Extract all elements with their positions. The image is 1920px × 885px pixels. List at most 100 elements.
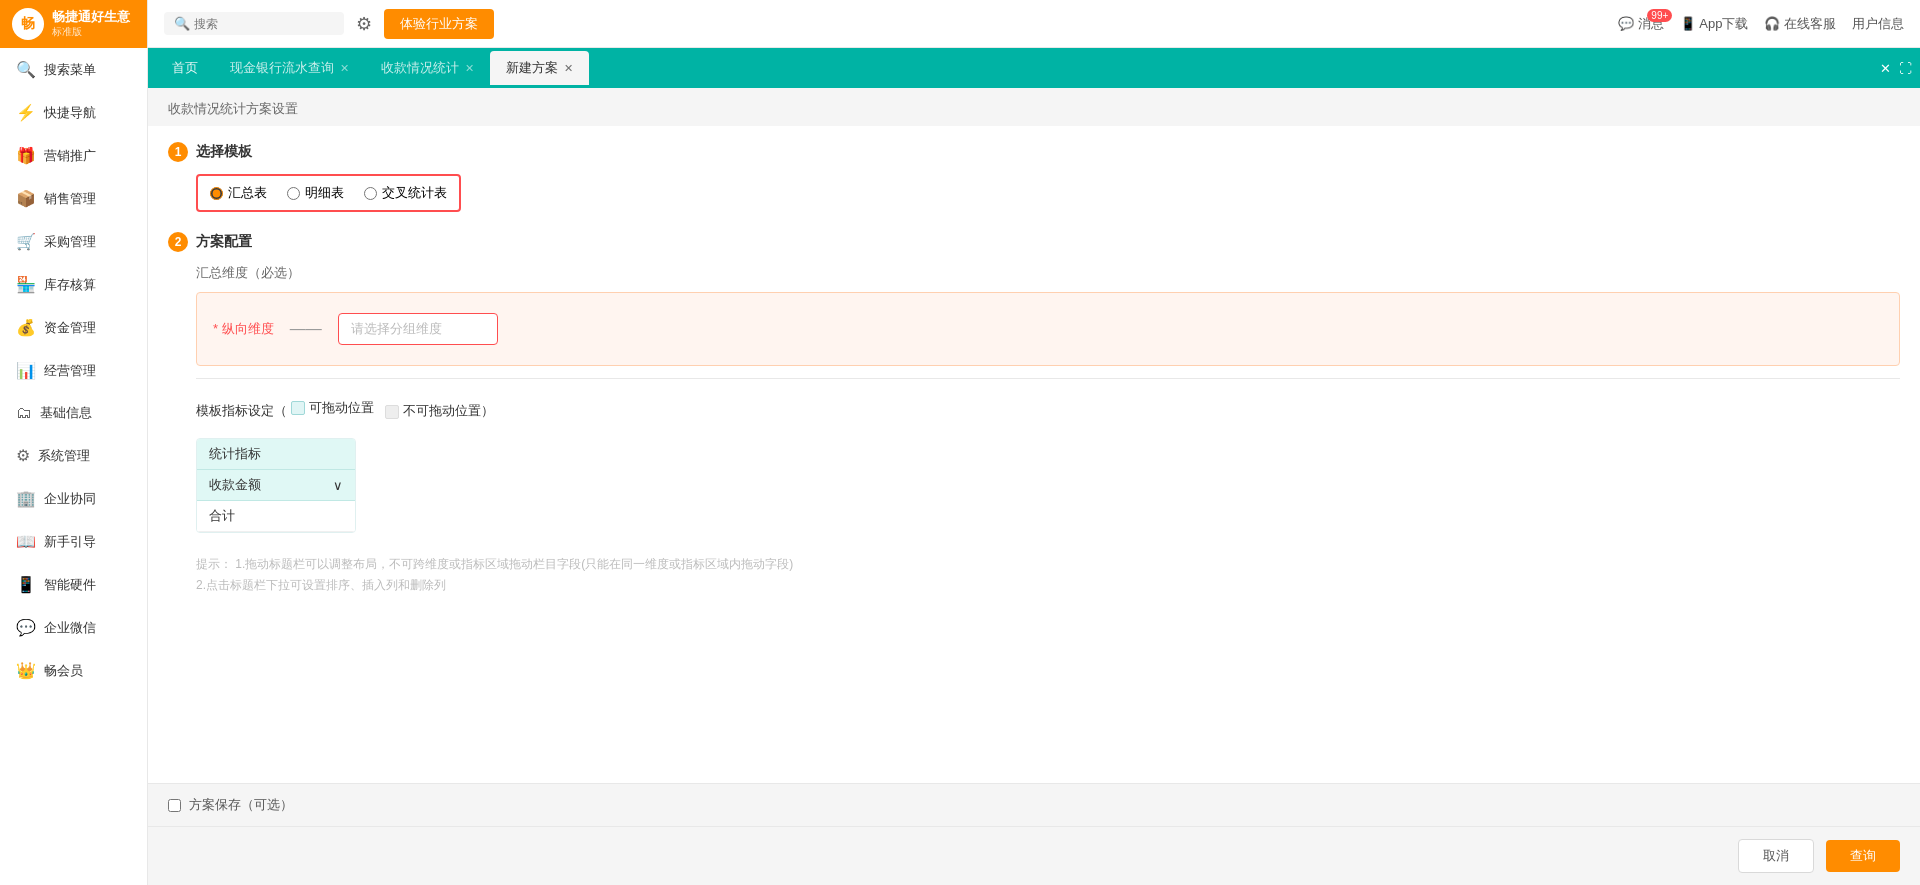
step1-num: 1 bbox=[168, 142, 188, 162]
message-icon: 💬 bbox=[1618, 16, 1634, 31]
tab-home[interactable]: 首页 bbox=[156, 51, 214, 85]
step2-section: 2 方案配置 汇总维度（必选） * 纵向维度 —— 请选择分组维度 bbox=[168, 232, 1900, 594]
radio-summary[interactable] bbox=[210, 187, 223, 200]
save-checkbox[interactable] bbox=[168, 799, 181, 812]
sidebar-item-search-menu[interactable]: 🔍 搜索菜单 bbox=[0, 48, 147, 91]
gear-icon[interactable]: ⚙ bbox=[356, 13, 372, 35]
expand-icon[interactable]: ⛶ bbox=[1899, 61, 1912, 76]
sidebar-item-wechat[interactable]: 💬 企业微信 bbox=[0, 606, 147, 649]
main-area: 🔍 ⚙ 体验行业方案 💬 消息 99+ 📱 App下载 🎧 在线客服 用户信息 bbox=[148, 0, 1920, 885]
metrics-table: 统计指标 收款金额 ∨ 合计 bbox=[196, 438, 356, 533]
operation-icon: 📊 bbox=[16, 361, 36, 380]
tab-bank-flow[interactable]: 现金银行流水查询 ✕ bbox=[214, 51, 365, 85]
sidebar-item-marketing[interactable]: 🎁 营销推广 bbox=[0, 134, 147, 177]
inventory-icon: 🏪 bbox=[16, 275, 36, 294]
unmovable-dot bbox=[385, 405, 399, 419]
step2-title: 方案配置 bbox=[196, 233, 252, 251]
content-area: 收款情况统计方案设置 1 选择模板 汇总表 明细表 bbox=[148, 88, 1920, 885]
tab-new-plan-close[interactable]: ✕ bbox=[564, 62, 573, 75]
form-area: 1 选择模板 汇总表 明细表 交叉统计表 bbox=[148, 126, 1920, 783]
message-badge[interactable]: 💬 消息 99+ bbox=[1618, 15, 1664, 33]
dimension-row: * 纵向维度 —— 请选择分组维度 bbox=[213, 313, 1883, 345]
sidebar-item-inventory[interactable]: 🏪 库存核算 bbox=[0, 263, 147, 306]
system-icon: ⚙ bbox=[16, 446, 30, 465]
save-section: 方案保存（可选） bbox=[148, 783, 1920, 826]
logo-text: 畅捷通好生意 标准版 bbox=[52, 9, 130, 39]
search-icon: 🔍 bbox=[174, 16, 190, 31]
metrics-table-header: 统计指标 bbox=[197, 439, 355, 470]
finance-icon: 💰 bbox=[16, 318, 36, 337]
radio-detail[interactable] bbox=[287, 187, 300, 200]
member-icon: 👑 bbox=[16, 661, 36, 680]
sidebar-item-enterprise[interactable]: 🏢 企业协同 bbox=[0, 477, 147, 520]
save-label: 方案保存（可选） bbox=[189, 796, 293, 814]
dimension-sub-label: 汇总维度（必选） bbox=[196, 264, 1900, 282]
logo-icon: 畅 bbox=[12, 8, 44, 40]
close-all-icon[interactable]: ✕ bbox=[1880, 61, 1891, 76]
tab-collection-stats-close[interactable]: ✕ bbox=[465, 62, 474, 75]
tab-new-plan[interactable]: 新建方案 ✕ bbox=[490, 51, 589, 85]
hint-line-2: 2.点击标题栏下拉可设置排序、插入列和删除列 bbox=[196, 577, 1900, 594]
tab-bank-flow-close[interactable]: ✕ bbox=[340, 62, 349, 75]
sidebar-item-system[interactable]: ⚙ 系统管理 bbox=[0, 434, 147, 477]
sidebar-item-guide[interactable]: 📖 新手引导 bbox=[0, 520, 147, 563]
footer-bar: 取消 查询 bbox=[148, 826, 1920, 885]
divider bbox=[196, 378, 1900, 379]
option-detail[interactable]: 明细表 bbox=[287, 184, 344, 202]
sidebar-logo: 畅 畅捷通好生意 标准版 bbox=[0, 0, 147, 48]
dimension-area: * 纵向维度 —— 请选择分组维度 bbox=[196, 292, 1900, 366]
cancel-button[interactable]: 取消 bbox=[1738, 839, 1814, 873]
message-count: 99+ bbox=[1647, 9, 1672, 22]
guide-icon: 📖 bbox=[16, 532, 36, 551]
industry-btn[interactable]: 体验行业方案 bbox=[384, 9, 494, 39]
hardware-icon: 📱 bbox=[16, 575, 36, 594]
movable-legend: 可拖动位置 bbox=[291, 399, 374, 417]
row-dimension-label: * 纵向维度 bbox=[213, 320, 274, 338]
sidebar-item-quick-nav[interactable]: ⚡ 快捷导航 bbox=[0, 91, 147, 134]
topbar-right: 💬 消息 99+ 📱 App下载 🎧 在线客服 用户信息 bbox=[1618, 15, 1904, 33]
step1-title: 选择模板 bbox=[196, 143, 252, 161]
service-icon: 🎧 bbox=[1764, 16, 1780, 31]
col-chevron-icon: ∨ bbox=[333, 478, 343, 493]
sidebar: 畅 畅捷通好生意 标准版 🔍 搜索菜单 ⚡ 快捷导航 🎁 营销推广 📦 销售管理… bbox=[0, 0, 148, 885]
user-info[interactable]: 用户信息 bbox=[1852, 15, 1904, 33]
tabbar: 首页 现金银行流水查询 ✕ 收款情况统计 ✕ 新建方案 ✕ ✕ ⛶ bbox=[148, 48, 1920, 88]
step2-header: 2 方案配置 bbox=[168, 232, 1900, 252]
tab-collection-stats[interactable]: 收款情况统计 ✕ bbox=[365, 51, 490, 85]
radio-cross[interactable] bbox=[364, 187, 377, 200]
template-options: 汇总表 明细表 交叉统计表 bbox=[196, 174, 461, 212]
option-cross[interactable]: 交叉统计表 bbox=[364, 184, 447, 202]
metrics-col-header[interactable]: 收款金额 ∨ bbox=[197, 470, 355, 501]
download-icon: 📱 bbox=[1680, 16, 1696, 31]
online-service[interactable]: 🎧 在线客服 bbox=[1764, 15, 1836, 33]
sidebar-item-purchase[interactable]: 🛒 采购管理 bbox=[0, 220, 147, 263]
metrics-section: 模板指标设定（ 可拖动位置 不可拖动位置） 统计指标 bbox=[196, 399, 1900, 536]
page-title: 收款情况统计方案设置 bbox=[148, 88, 1920, 126]
arrow-icon: —— bbox=[290, 320, 322, 338]
query-button[interactable]: 查询 bbox=[1826, 840, 1900, 872]
search-input[interactable] bbox=[194, 17, 334, 31]
quick-nav-icon: ⚡ bbox=[16, 103, 36, 122]
unmovable-legend: 不可拖动位置） bbox=[385, 403, 494, 418]
sidebar-item-member[interactable]: 👑 畅会员 bbox=[0, 649, 147, 692]
movable-dot bbox=[291, 401, 305, 415]
enterprise-icon: 🏢 bbox=[16, 489, 36, 508]
step1-header: 1 选择模板 bbox=[168, 142, 1900, 162]
option-summary[interactable]: 汇总表 bbox=[210, 184, 267, 202]
sidebar-item-sales[interactable]: 📦 销售管理 bbox=[0, 177, 147, 220]
step2-num: 2 bbox=[168, 232, 188, 252]
purchase-icon: 🛒 bbox=[16, 232, 36, 251]
sidebar-item-basic[interactable]: 🗂 基础信息 bbox=[0, 392, 147, 434]
tabbar-actions: ✕ ⛶ bbox=[1880, 61, 1912, 76]
marketing-icon: 🎁 bbox=[16, 146, 36, 165]
basic-icon: 🗂 bbox=[16, 404, 32, 422]
sidebar-item-hardware[interactable]: 📱 智能硬件 bbox=[0, 563, 147, 606]
app-download[interactable]: 📱 App下载 bbox=[1680, 15, 1748, 33]
search-bar[interactable]: 🔍 bbox=[164, 12, 344, 35]
hint-line-1: 提示： 1.拖动标题栏可以调整布局，不可跨维度或指标区域拖动栏目字段(只能在同一… bbox=[196, 556, 1900, 573]
sidebar-item-finance[interactable]: 💰 资金管理 bbox=[0, 306, 147, 349]
dimension-select[interactable]: 请选择分组维度 bbox=[338, 313, 498, 345]
step1-section: 1 选择模板 汇总表 明细表 交叉统计表 bbox=[168, 142, 1900, 212]
wechat-icon: 💬 bbox=[16, 618, 36, 637]
sidebar-item-operation[interactable]: 📊 经营管理 bbox=[0, 349, 147, 392]
